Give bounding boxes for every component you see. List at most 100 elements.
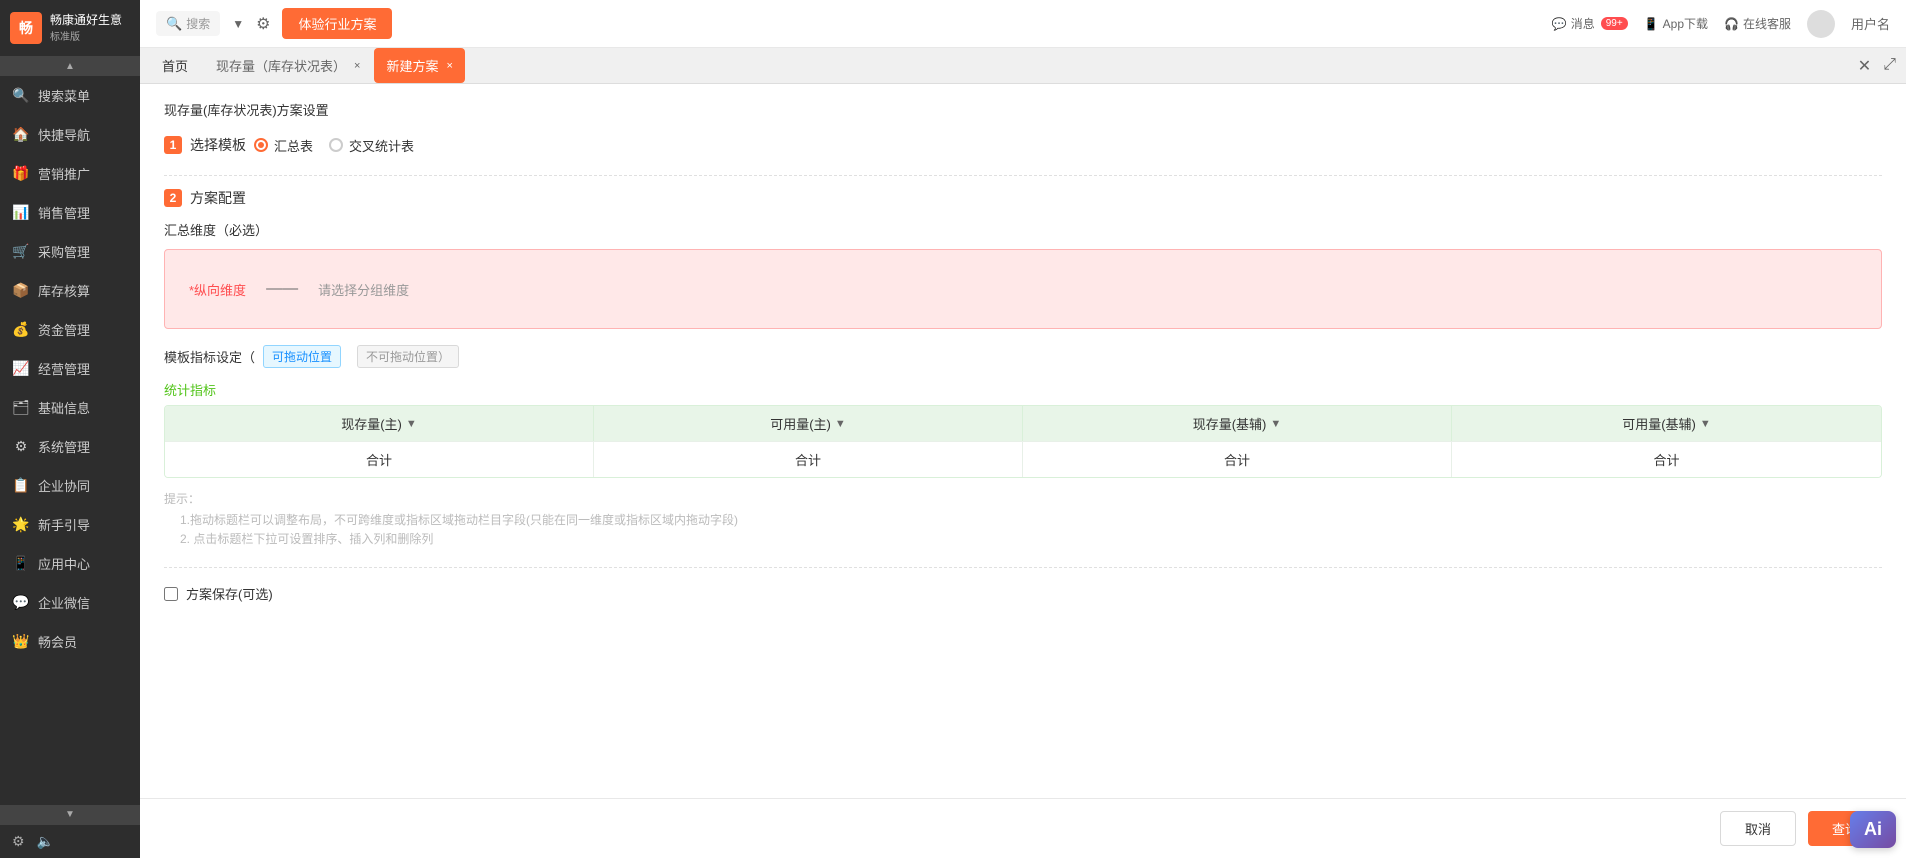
member-icon: 👑 <box>12 633 30 651</box>
sidebar-item-contract[interactable]: 📋 企业协同 <box>0 466 140 505</box>
basic-icon: 🗂 <box>12 399 30 417</box>
sidebar-item-apps[interactable]: 📱 应用中心 <box>0 544 140 583</box>
col-body-col2: 合计 <box>594 441 1023 477</box>
apps-label: 应用中心 <box>38 554 90 573</box>
col4-label: 可用量(基辅) <box>1622 414 1696 433</box>
template-radio-group: 汇总表 交叉统计表 <box>254 136 414 155</box>
sidebar-scroll-up[interactable]: ▲ <box>0 57 140 76</box>
col-body-col3: 合计 <box>1023 441 1452 477</box>
tabs-bar: 首页 现存量（库存状况表） × 新建方案 × ✕ ⤢ <box>140 48 1906 84</box>
indicator-label-text: 模板指标设定（ <box>164 347 255 366</box>
sidebar-item-inventory[interactable]: 📦 库存核算 <box>0 271 140 310</box>
purchase-label: 采购管理 <box>38 242 90 261</box>
section1-title: 选择模板 <box>190 135 246 155</box>
page-footer: 取消 查询 <box>140 798 1906 858</box>
message-icon: 💬 <box>1552 17 1567 31</box>
search-bar[interactable]: 🔍 搜索 <box>156 11 220 36</box>
sidebar-item-wechat[interactable]: 💬 企业微信 <box>0 583 140 622</box>
tab-inventory-close[interactable]: × <box>354 60 360 72</box>
indicator-draggable-tag: 可拖动位置 <box>263 345 341 368</box>
section1-number: 1 <box>164 136 182 154</box>
marketing-icon: 🎁 <box>12 165 30 183</box>
logo-icon: 畅 <box>10 12 42 44</box>
trial-button[interactable]: 体验行业方案 <box>282 8 392 39</box>
sidebar: 畅 畅康通好生意 标准版 ▲ 🔍 搜索菜单 🏠 快捷导航 🎁 营销推广 📊 销售… <box>0 0 140 858</box>
indicator-label: 模板指标设定（ 可拖动位置 不可拖动位置） <box>164 345 1882 368</box>
dimension-label: 汇总维度（必选） <box>164 220 1882 239</box>
online-service-group[interactable]: 🎧 在线客服 <box>1724 15 1791 32</box>
business-label: 经营管理 <box>38 359 90 378</box>
contract-label: 企业协同 <box>38 476 90 495</box>
section-plan-config: 2 方案配置 汇总维度（必选） *纵向维度 —— 请选择分组维度 模板指标设定（… <box>164 188 1882 547</box>
ai-badge[interactable]: Ai <box>1850 811 1896 848</box>
col-header-col2[interactable]: 可用量(主)▼ <box>594 406 1023 441</box>
radio-summary-label: 汇总表 <box>274 136 313 155</box>
system-icon: ⚙ <box>12 438 30 456</box>
sidebar-item-basic[interactable]: 🗂 基础信息 <box>0 388 140 427</box>
sidebar-item-business[interactable]: 📈 经营管理 <box>0 349 140 388</box>
tab-inventory[interactable]: 现存量（库存状况表） × <box>202 48 374 83</box>
sidebar-item-marketing[interactable]: 🎁 营销推广 <box>0 154 140 193</box>
cancel-button[interactable]: 取消 <box>1720 811 1796 846</box>
tab-new-plan[interactable]: 新建方案 × <box>374 48 464 83</box>
col-header-col3[interactable]: 现存量(基辅)▼ <box>1023 406 1452 441</box>
search-label: 搜索菜单 <box>38 86 90 105</box>
topbar-settings-icon[interactable]: ⚙ <box>256 14 270 34</box>
section2-number: 2 <box>164 189 182 207</box>
topbar-dropdown[interactable]: ▼ <box>232 17 244 31</box>
col-header-col1[interactable]: 现存量(主) ▼ <box>165 406 594 441</box>
basic-label: 基础信息 <box>38 398 90 417</box>
topbar-left: 🔍 搜索 ▼ ⚙ 体验行业方案 <box>156 8 392 39</box>
username-label: 用户名 <box>1851 14 1890 33</box>
sidebar-item-newbie[interactable]: 🌟 新手引导 <box>0 505 140 544</box>
section2-header: 2 方案配置 <box>164 188 1882 208</box>
expand-window-btn[interactable]: ⤢ <box>1881 54 1898 78</box>
save-checkbox[interactable] <box>164 587 178 601</box>
sidebar-item-search[interactable]: 🔍 搜索菜单 <box>0 76 140 115</box>
search-icon: 🔍 <box>166 16 182 32</box>
section1-header: 1 选择模板 汇总表 交叉统计表 <box>164 135 1882 155</box>
sales-label: 销售管理 <box>38 203 90 222</box>
sidebar-item-finance[interactable]: 💰 资金管理 <box>0 310 140 349</box>
search-icon: 🔍 <box>12 87 30 105</box>
stats-section-label: 统计指标 <box>164 380 1882 399</box>
radio-cross[interactable]: 交叉统计表 <box>329 136 414 155</box>
settings-icon[interactable]: ⚙ <box>12 833 25 850</box>
tab-home[interactable]: 首页 <box>148 48 202 83</box>
col-header-col4[interactable]: 可用量(基辅) ▼ <box>1452 406 1881 441</box>
avatar <box>1807 10 1835 38</box>
page-title: 现存量(库存状况表)方案设置 <box>164 100 1882 119</box>
section2-title: 方案配置 <box>190 188 246 208</box>
col-body-col1: 合计 <box>165 441 594 477</box>
dimension-box[interactable]: *纵向维度 —— 请选择分组维度 <box>164 249 1882 329</box>
radio-summary[interactable]: 汇总表 <box>254 136 313 155</box>
col1-dropdown[interactable]: ▼ <box>406 418 417 430</box>
sidebar-item-member[interactable]: 👑 畅会员 <box>0 622 140 661</box>
marketing-label: 营销推广 <box>38 164 90 183</box>
sales-icon: 📊 <box>12 204 30 222</box>
col4-dropdown[interactable]: ▼ <box>1700 418 1711 430</box>
col3-dropdown[interactable]: ▼ <box>1270 418 1281 430</box>
sidebar-item-sales[interactable]: 📊 销售管理 <box>0 193 140 232</box>
page-content: 现存量(库存状况表)方案设置 1 选择模板 汇总表 交叉统计表 <box>140 84 1906 798</box>
sidebar-item-system[interactable]: ⚙ 系统管理 <box>0 427 140 466</box>
sidebar-scroll-down[interactable]: ▼ <box>0 805 140 824</box>
col1-label: 现存量(主) <box>341 414 402 433</box>
finance-icon: 💰 <box>12 321 30 339</box>
dimension-placeholder: 请选择分组维度 <box>318 280 409 299</box>
sidebar-nav: 🔍 搜索菜单 🏠 快捷导航 🎁 营销推广 📊 销售管理 🛒 采购管理 📦 库存核… <box>0 76 140 805</box>
col2-dropdown[interactable]: ▼ <box>835 418 846 430</box>
sidebar-item-purchase[interactable]: 🛒 采购管理 <box>0 232 140 271</box>
sound-icon[interactable]: 🔈 <box>37 833 54 850</box>
newbie-label: 新手引导 <box>38 515 90 534</box>
app-download-group[interactable]: 📱 App下载 <box>1644 15 1708 32</box>
headset-icon: 🎧 <box>1724 17 1739 31</box>
sidebar-item-shortcut[interactable]: 🏠 快捷导航 <box>0 115 140 154</box>
close-window-btn[interactable]: ✕ <box>1856 54 1873 78</box>
apps-icon: 📱 <box>12 555 30 573</box>
stats-table-body: 合计合计合计合计 <box>165 441 1881 477</box>
tab-new-plan-close[interactable]: × <box>446 60 452 72</box>
message-group[interactable]: 💬 消息 99+ <box>1552 15 1628 32</box>
finance-label: 资金管理 <box>38 320 90 339</box>
save-option: 方案保存(可选) <box>164 584 1882 603</box>
